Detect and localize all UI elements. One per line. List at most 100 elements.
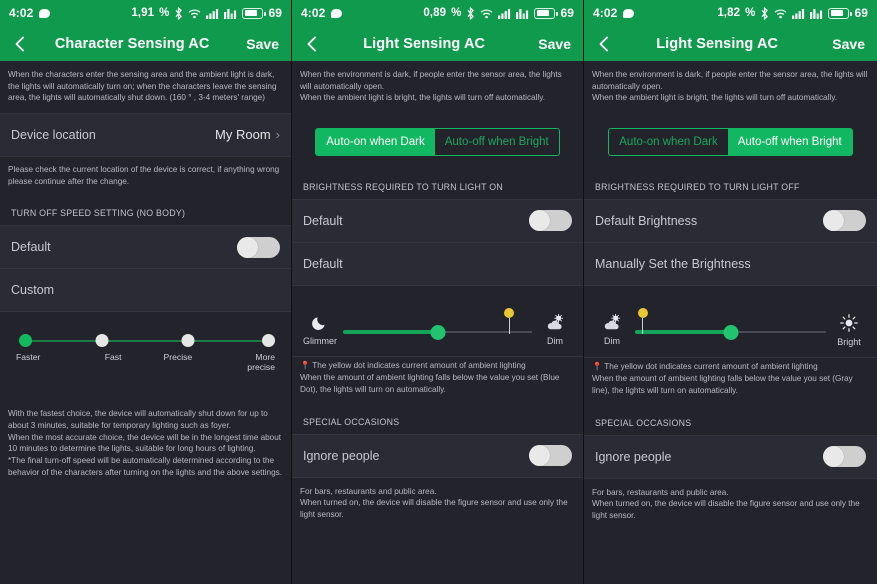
- mode-segmented-control[interactable]: Auto-on when Dark Auto-off when Bright: [608, 127, 853, 156]
- mode-segmented-control[interactable]: Auto-on when Dark Auto-off when Bright: [315, 127, 560, 156]
- custom-speed-row[interactable]: Custom: [0, 269, 291, 312]
- default-speed-toggle[interactable]: [237, 236, 280, 258]
- cloud-sun-icon: [546, 313, 565, 331]
- pin-marker-icon: 📍: [592, 361, 603, 371]
- ambient-light-note: 📍 The yellow dot indicates current amount…: [292, 356, 583, 405]
- section-header-brightness: BRIGHTNESS REQUIRED TO TURN LIGHT ON: [292, 169, 583, 199]
- slider-fill: [343, 329, 438, 334]
- signal-bars-alt-icon: [516, 8, 529, 19]
- chevron-right-icon: ›: [275, 127, 280, 143]
- brightness-slider-section[interactable]: Dim Bright: [584, 285, 877, 357]
- ambient-light-marker: [504, 307, 515, 334]
- default-speed-row[interactable]: Default: [0, 226, 291, 269]
- chat-bubble-icon: [39, 8, 51, 18]
- slider-left-side: Glimmer: [303, 302, 337, 346]
- panel-light-sensing-auto-on: 4:02 0,89 % 69 Light Sensing AC Save Whe…: [292, 0, 584, 584]
- mode-segmented-control-wrapper: Auto-on when Dark Auto-off when Bright: [292, 112, 583, 170]
- slider-right-side: Bright: [832, 302, 866, 347]
- device-location-row[interactable]: Device location My Room ›: [0, 113, 291, 156]
- brightness-slider-row: Dim Bright: [595, 302, 866, 347]
- status-bar-left: 4:02: [301, 6, 343, 20]
- ignore-people-row[interactable]: Ignore people: [292, 434, 583, 477]
- ignore-people-footer-note: For bars, restaurants and public area. W…: [584, 478, 877, 531]
- status-bar-left: 4:02: [9, 6, 51, 20]
- battery-level: 69: [560, 6, 574, 20]
- slider-right-label: Dim: [547, 335, 563, 346]
- bluetooth-icon: [760, 6, 769, 20]
- save-button[interactable]: Save: [538, 36, 571, 52]
- battery-level: 69: [268, 6, 282, 20]
- ambient-note-line-2: When the amount of ambient lighting fall…: [300, 372, 560, 394]
- default-brightness-toggle[interactable]: [823, 210, 866, 232]
- brightness-slider-row: Glimmer Dim: [303, 302, 572, 346]
- status-data-rate-unit: %: [745, 7, 756, 19]
- ignore-people-toggle[interactable]: [529, 445, 572, 467]
- toggle-knob: [823, 446, 844, 468]
- step-dot-precise[interactable]: [181, 334, 195, 348]
- manual-mode-label: Default: [303, 256, 343, 271]
- save-button[interactable]: Save: [832, 36, 865, 52]
- step-label-more-precise: More precise: [247, 352, 275, 373]
- ignore-people-label: Ignore people: [595, 449, 672, 464]
- slider-thumb[interactable]: [430, 324, 445, 340]
- slider-thumb[interactable]: [723, 324, 738, 340]
- ignore-people-row[interactable]: Ignore people: [584, 435, 877, 478]
- panel-light-sensing-auto-off: 4:02 1,82 % 69 Light Sensing AC Save Whe…: [584, 0, 877, 584]
- tab-auto-on-when-dark[interactable]: Auto-on when Dark: [315, 127, 435, 156]
- slider-right-label: Bright: [837, 336, 861, 347]
- tab-auto-on-when-dark[interactable]: Auto-on when Dark: [608, 127, 728, 156]
- page-title: Light Sensing AC: [363, 35, 486, 52]
- ambient-note-line-1: The yellow dot indicates current amount …: [312, 360, 526, 370]
- step-dot-fast[interactable]: [95, 334, 109, 348]
- app-bar: Light Sensing AC Save: [292, 26, 583, 61]
- brightness-slider-section[interactable]: Glimmer Dim: [292, 285, 583, 356]
- section-header-special-occasions: SPECIAL OCCASIONS: [292, 404, 583, 434]
- default-brightness-row[interactable]: Default Brightness: [584, 199, 877, 242]
- marker-dot: [504, 307, 515, 318]
- manual-mode-row[interactable]: Manually Set the Brightness: [584, 242, 877, 285]
- chat-bubble-icon: [623, 8, 635, 18]
- status-data-rate: 1,91: [131, 7, 155, 19]
- step-dot-faster[interactable]: [19, 334, 32, 348]
- manual-mode-row[interactable]: Default: [292, 242, 583, 285]
- ambient-light-note: 📍 The yellow dot indicates current amount…: [584, 357, 877, 406]
- default-brightness-row[interactable]: Default: [292, 199, 583, 242]
- turn-off-speed-step-slider[interactable]: Faster Fast Precise More precise: [0, 312, 291, 379]
- brightness-slider[interactable]: [635, 302, 826, 346]
- marker-stem: [641, 317, 644, 334]
- ignore-people-toggle[interactable]: [823, 446, 866, 468]
- save-button[interactable]: Save: [246, 36, 279, 52]
- bluetooth-icon: [466, 6, 475, 20]
- tab-auto-off-when-bright[interactable]: Auto-off when Bright: [434, 127, 560, 156]
- step-slider-line: [19, 340, 272, 343]
- marker-stem: [508, 317, 511, 334]
- step-label-fast: Fast: [104, 352, 122, 363]
- status-bar-left: 4:02: [593, 6, 635, 20]
- step-slider-track[interactable]: [16, 334, 275, 348]
- step-label-precise: Precise: [163, 352, 193, 363]
- default-speed-label: Default: [11, 240, 51, 255]
- default-brightness-label: Default: [303, 213, 343, 228]
- status-time: 4:02: [9, 6, 34, 20]
- moon-icon: [311, 314, 329, 331]
- step-dot-more-precise[interactable]: [262, 334, 275, 348]
- status-bar: 4:02 0,89 % 69: [292, 0, 583, 26]
- signal-bars-icon: [498, 8, 511, 19]
- bluetooth-icon: [174, 6, 183, 20]
- status-data-rate-unit: %: [451, 7, 462, 19]
- brightness-slider[interactable]: [343, 302, 532, 346]
- wifi-icon: [774, 8, 787, 19]
- pin-marker-icon: 📍: [300, 360, 311, 370]
- device-location-value-group: My Room ›: [215, 127, 280, 142]
- manual-mode-label: Manually Set the Brightness: [595, 256, 751, 271]
- wifi-icon: [480, 8, 493, 19]
- screenshot-triptych: 4:02 1,91 % 69 Character Sensing AC Save…: [0, 0, 877, 584]
- default-brightness-toggle[interactable]: [529, 210, 572, 232]
- ambient-note-line-1: The yellow dot indicates current amount …: [604, 361, 818, 371]
- status-data-rate-unit: %: [159, 7, 170, 19]
- toggle-knob: [823, 210, 844, 232]
- spacer: [0, 378, 291, 401]
- status-time: 4:02: [301, 6, 326, 20]
- location-note: Please check the current location of the…: [0, 156, 291, 197]
- tab-auto-off-when-bright[interactable]: Auto-off when Bright: [727, 127, 853, 156]
